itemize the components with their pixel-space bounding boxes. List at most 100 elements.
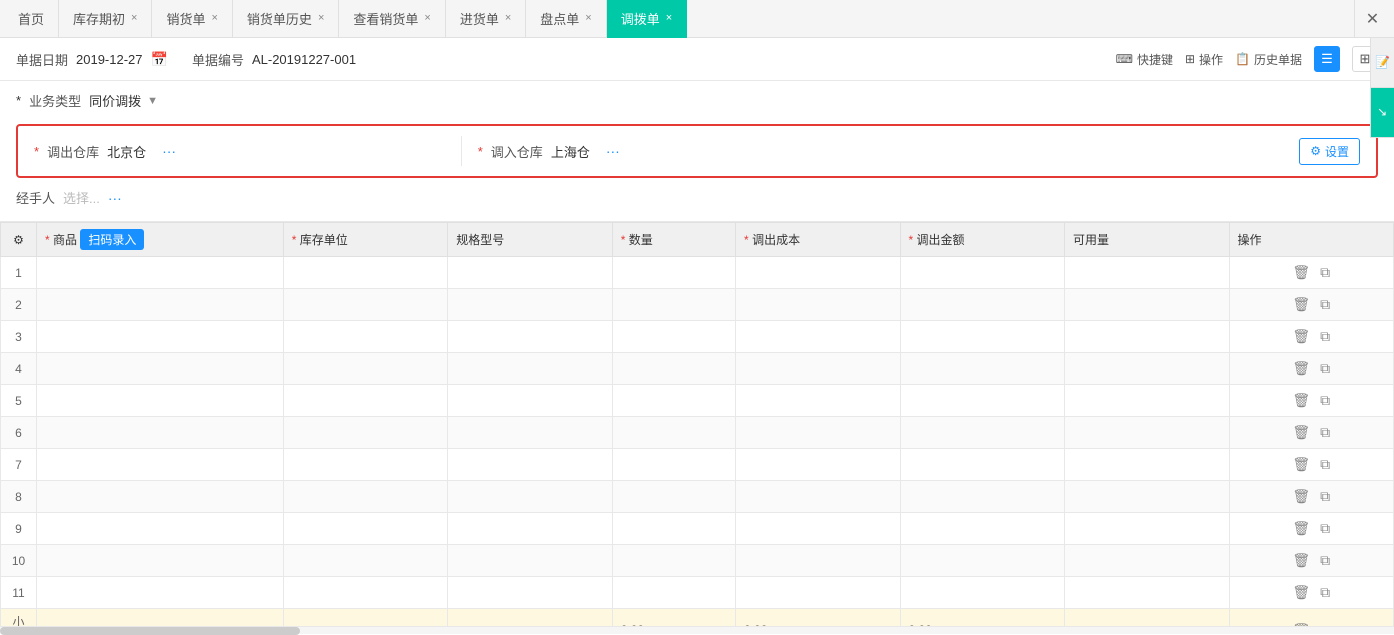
copy-row-button[interactable]: ⧉ xyxy=(1318,390,1332,411)
amount-cell[interactable] xyxy=(900,257,1064,289)
tab-view-sales[interactable]: 查看销货单× xyxy=(339,0,445,38)
unit-cell[interactable] xyxy=(283,385,447,417)
horizontal-scrollbar[interactable] xyxy=(0,626,1394,634)
settings-button[interactable]: ⚙ 设置 xyxy=(1299,138,1360,165)
amount-cell[interactable] xyxy=(900,289,1064,321)
cost-cell[interactable] xyxy=(736,385,900,417)
unit-cell[interactable] xyxy=(283,449,447,481)
delete-row-button[interactable]: 🗑 xyxy=(1290,582,1312,603)
cost-cell[interactable] xyxy=(736,577,900,609)
delete-row-button[interactable]: 🗑 xyxy=(1290,454,1312,475)
tab-sales-history[interactable]: 销货单历史× xyxy=(233,0,339,38)
transfer-out-more-button[interactable]: ··· xyxy=(162,143,176,159)
unit-cell[interactable] xyxy=(283,321,447,353)
spec-cell[interactable] xyxy=(448,257,612,289)
transfer-in-more-button[interactable]: ··· xyxy=(606,143,620,159)
spec-cell[interactable] xyxy=(448,417,612,449)
operations-action[interactable]: ⊞ 操作 xyxy=(1185,51,1223,68)
cost-cell[interactable] xyxy=(736,545,900,577)
tab-close-purchase[interactable]: × xyxy=(505,13,511,24)
unit-cell[interactable] xyxy=(283,289,447,321)
cost-cell[interactable] xyxy=(736,449,900,481)
gear-column-header[interactable]: ⚙ xyxy=(1,223,37,257)
amount-cell[interactable] xyxy=(900,353,1064,385)
qty-cell[interactable] xyxy=(612,513,735,545)
copy-row-button[interactable]: ⧉ xyxy=(1318,262,1332,283)
shortcuts-action[interactable]: ⌨ 快捷键 xyxy=(1116,51,1173,68)
product-cell[interactable] xyxy=(37,513,284,545)
qty-cell[interactable] xyxy=(612,545,735,577)
unit-cell[interactable] xyxy=(283,577,447,609)
unit-cell[interactable] xyxy=(283,353,447,385)
qty-cell[interactable] xyxy=(612,449,735,481)
amount-cell[interactable] xyxy=(900,417,1064,449)
delete-row-button[interactable]: 🗑 xyxy=(1290,486,1312,507)
tab-close-stocktake[interactable]: × xyxy=(585,13,591,24)
product-cell[interactable] xyxy=(37,577,284,609)
delete-row-button[interactable]: 🗑 xyxy=(1290,358,1312,379)
amount-cell[interactable] xyxy=(900,481,1064,513)
amount-cell[interactable] xyxy=(900,449,1064,481)
copy-row-button[interactable]: ⧉ xyxy=(1318,550,1332,571)
copy-row-button[interactable]: ⧉ xyxy=(1318,358,1332,379)
cost-cell[interactable] xyxy=(736,481,900,513)
copy-row-button[interactable]: ⧉ xyxy=(1318,486,1332,507)
spec-cell[interactable] xyxy=(448,353,612,385)
unit-cell[interactable] xyxy=(283,257,447,289)
product-cell[interactable] xyxy=(37,353,284,385)
spec-cell[interactable] xyxy=(448,577,612,609)
amount-cell[interactable] xyxy=(900,513,1064,545)
tab-close-sales-history[interactable]: × xyxy=(318,13,324,24)
cost-cell[interactable] xyxy=(736,321,900,353)
cost-cell[interactable] xyxy=(736,513,900,545)
spec-cell[interactable] xyxy=(448,513,612,545)
handler-input[interactable]: 选择... xyxy=(63,188,100,207)
spec-cell[interactable] xyxy=(448,321,612,353)
export-panel-button[interactable]: ↗ xyxy=(1371,88,1394,138)
delete-row-button[interactable]: 🗑 xyxy=(1290,390,1312,411)
spec-cell[interactable] xyxy=(448,481,612,513)
calendar-icon[interactable]: 📅 xyxy=(151,51,168,68)
tab-purchase[interactable]: 进货单× xyxy=(446,0,526,38)
amount-cell[interactable] xyxy=(900,577,1064,609)
product-cell[interactable] xyxy=(37,545,284,577)
spec-cell[interactable] xyxy=(448,545,612,577)
unit-cell[interactable] xyxy=(283,417,447,449)
product-cell[interactable] xyxy=(37,289,284,321)
cost-cell[interactable] xyxy=(736,257,900,289)
tab-transfer[interactable]: 调拨单× xyxy=(607,0,687,38)
scan-input-button[interactable]: 扫码录入 xyxy=(80,229,144,250)
delete-row-button[interactable]: 🗑 xyxy=(1290,294,1312,315)
unit-cell[interactable] xyxy=(283,481,447,513)
copy-row-button[interactable]: ⧉ xyxy=(1318,326,1332,347)
unit-cell[interactable] xyxy=(283,513,447,545)
qty-cell[interactable] xyxy=(612,353,735,385)
copy-row-button[interactable]: ⧉ xyxy=(1318,582,1332,603)
amount-cell[interactable] xyxy=(900,545,1064,577)
tab-close-sales-order[interactable]: × xyxy=(211,13,217,24)
list-view-button[interactable]: ☰ xyxy=(1314,46,1340,72)
notes-panel-button[interactable]: 📝 xyxy=(1371,38,1394,88)
tab-stocktake[interactable]: 盘点单× xyxy=(526,0,606,38)
product-cell[interactable] xyxy=(37,385,284,417)
qty-cell[interactable] xyxy=(612,321,735,353)
history-action[interactable]: 📋 历史单据 xyxy=(1235,51,1302,68)
copy-row-button[interactable]: ⧉ xyxy=(1318,422,1332,443)
tab-inventory-init[interactable]: 库存期初× xyxy=(59,0,152,38)
copy-row-button[interactable]: ⧉ xyxy=(1318,294,1332,315)
amount-cell[interactable] xyxy=(900,321,1064,353)
cost-cell[interactable] xyxy=(736,289,900,321)
delete-row-button[interactable]: 🗑 xyxy=(1290,518,1312,539)
spec-cell[interactable] xyxy=(448,385,612,417)
copy-row-button[interactable]: ⧉ xyxy=(1318,454,1332,475)
tab-close-transfer[interactable]: × xyxy=(666,13,672,24)
amount-cell[interactable] xyxy=(900,385,1064,417)
business-type-select[interactable]: 同价调拨 ▼ xyxy=(89,91,249,110)
cost-cell[interactable] xyxy=(736,417,900,449)
qty-cell[interactable] xyxy=(612,385,735,417)
qty-cell[interactable] xyxy=(612,257,735,289)
qty-cell[interactable] xyxy=(612,481,735,513)
delete-row-button[interactable]: 🗑 xyxy=(1290,422,1312,443)
delete-row-button[interactable]: 🗑 xyxy=(1290,326,1312,347)
product-cell[interactable] xyxy=(37,257,284,289)
